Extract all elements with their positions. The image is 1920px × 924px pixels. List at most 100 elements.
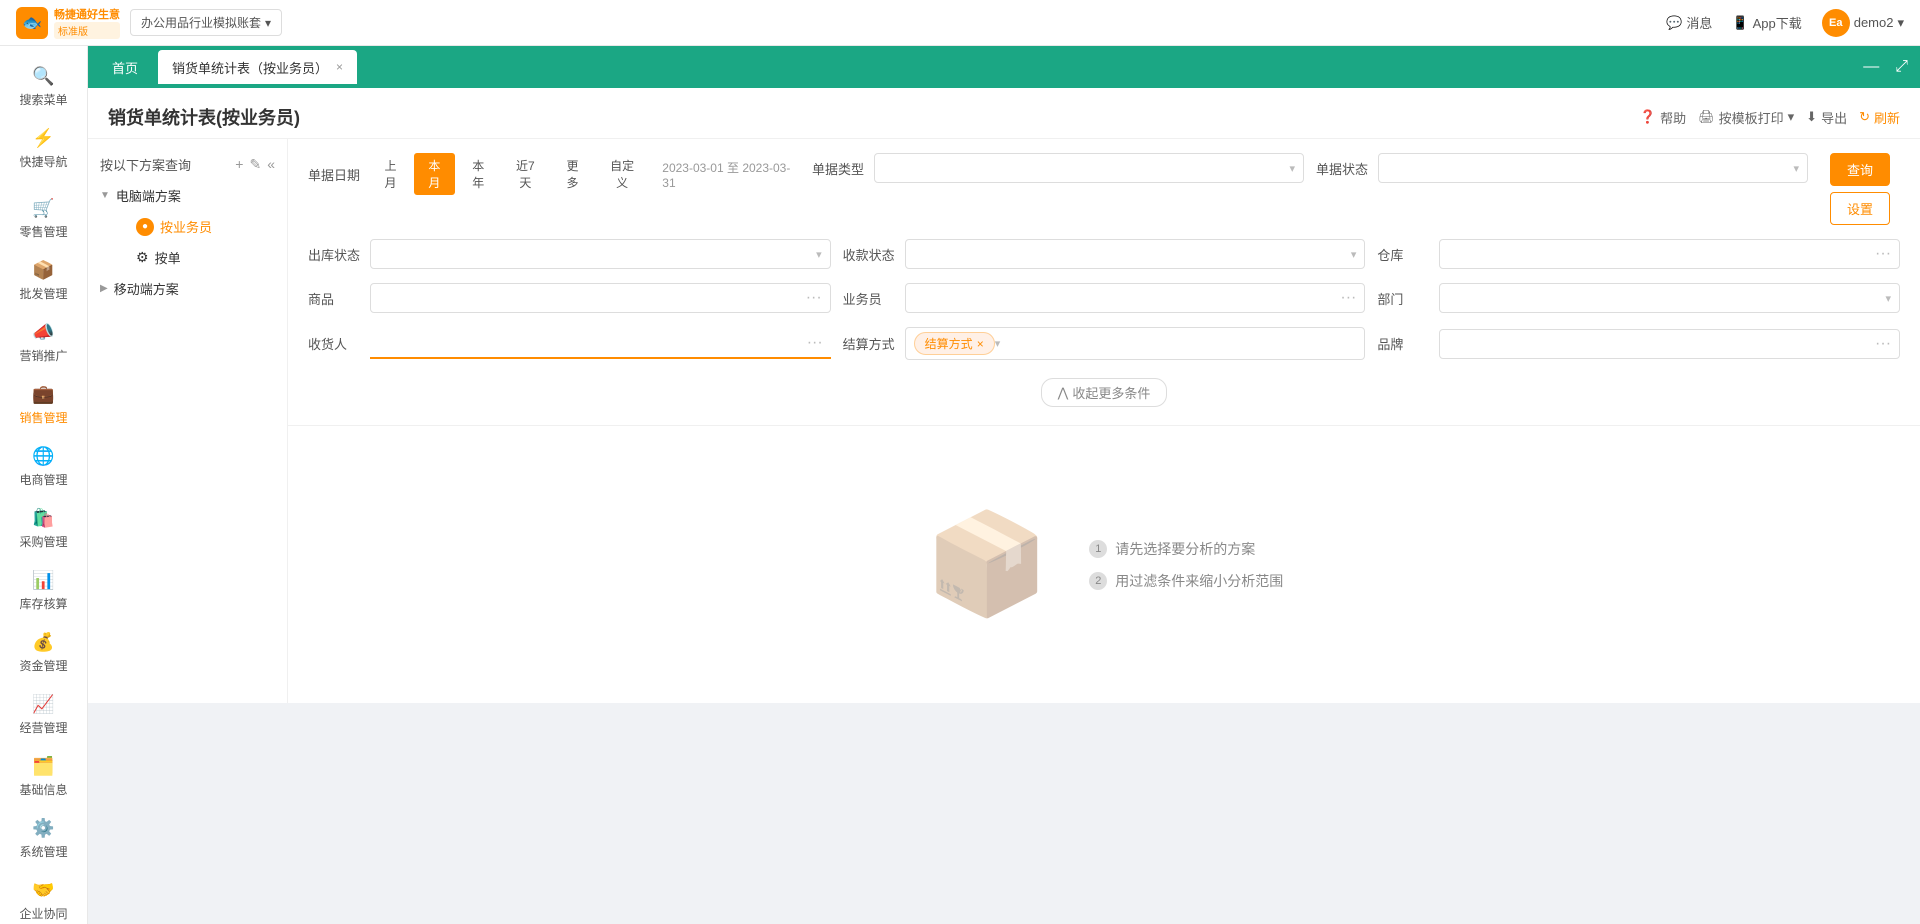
nav-icon: ⚡ xyxy=(32,128,54,149)
brand-control[interactable]: ··· xyxy=(1439,329,1900,359)
page-content: 销货单统计表(按业务员) ❓ 帮助 🖨 按模板打印 ▾ ⬇ xyxy=(88,88,1920,924)
empty-text: 1 请先选择要分析的方案 2 用过滤条件来缩小分析范围 xyxy=(1089,539,1283,591)
warehouse-filter: 仓库 ··· xyxy=(1377,239,1900,269)
print-btn[interactable]: 🖨 按模板打印 ▾ xyxy=(1698,108,1794,127)
tree-item-bystaff[interactable]: ● 按业务员 xyxy=(88,211,287,242)
collapse-btn[interactable]: ⋀ 收起更多条件 xyxy=(1041,378,1168,407)
out-status-control[interactable]: ▾ xyxy=(370,239,831,269)
print-icon: 🖨 xyxy=(1698,109,1715,125)
settle-tag-close[interactable]: × xyxy=(977,337,984,351)
tab-minimize-btn[interactable]: — xyxy=(1859,54,1883,80)
tree-item-pc[interactable]: ▼ 电脑端方案 xyxy=(88,180,287,211)
last7-btn[interactable]: 近7天 xyxy=(502,153,549,195)
system-icon: ⚙️ xyxy=(32,818,54,839)
tab-maximize-btn[interactable]: ⤢ xyxy=(1891,54,1912,80)
staff-dots[interactable]: ··· xyxy=(1340,289,1356,307)
collapse-panel-btn[interactable]: « xyxy=(267,156,275,173)
left-panel-actions: + ✎ « xyxy=(235,156,275,173)
ecom-icon: 🌐 xyxy=(32,446,54,467)
refresh-btn[interactable]: ↻ 刷新 xyxy=(1859,108,1900,127)
sidebar-item-wholesale[interactable]: 📦 批发管理 xyxy=(0,250,87,312)
sidebar-item-nav[interactable]: ⚡ 快捷导航 xyxy=(0,118,87,180)
help-btn[interactable]: ❓ 帮助 xyxy=(1640,108,1686,127)
content-area: 首页 销货单统计表（按业务员） × — ⤢ 销货单统计表(按业务员) ❓ xyxy=(88,46,1920,924)
sidebar-item-retail[interactable]: 🛒 零售管理 xyxy=(0,188,87,250)
receiver-control[interactable]: ··· xyxy=(370,329,831,359)
export-btn[interactable]: ⬇ 导出 xyxy=(1806,108,1847,127)
sidebar-item-sales[interactable]: 💼 销售管理 xyxy=(0,374,87,436)
app-download-btn[interactable]: 📱 App下载 xyxy=(1732,13,1801,32)
doc-status-control[interactable]: ▾ xyxy=(1378,153,1808,183)
user-chevron-icon: ▾ xyxy=(1897,15,1904,31)
staff-control[interactable]: ··· xyxy=(905,283,1366,313)
stock-icon: 📊 xyxy=(32,570,54,591)
tree-item-mobile[interactable]: ▶ 移动端方案 xyxy=(88,273,287,304)
dept-arrow-icon: ▾ xyxy=(1885,292,1891,305)
cur-month-btn[interactable]: 本月 xyxy=(414,153,455,195)
logo-icon: 🐟 xyxy=(16,7,48,39)
filter-section: 单据日期 上月 本月 本年 近7天 更多 自定义 xyxy=(288,139,1920,425)
sidebar-item-ops[interactable]: 📈 经营管理 xyxy=(0,684,87,746)
goods-filter: 商品 ··· xyxy=(308,283,831,313)
goods-control[interactable]: ··· xyxy=(370,283,831,313)
wholesale-icon: 📦 xyxy=(32,260,54,281)
empty-step1: 1 请先选择要分析的方案 xyxy=(1089,539,1283,559)
date-filter-area: 单据日期 上月 本月 本年 近7天 更多 自定义 xyxy=(308,153,800,195)
empty-state-section: 📦 1 请先选择要分析的方案 2 用过滤条件来缩小分析范 xyxy=(288,425,1920,703)
warehouse-control[interactable]: ··· xyxy=(1439,239,1900,269)
chevron-down-icon: ▾ xyxy=(265,16,271,30)
page-header-actions: ❓ 帮助 🖨 按模板打印 ▾ ⬇ 导出 ↻ xyxy=(1640,108,1900,127)
out-status-arrow-icon: ▾ xyxy=(816,248,822,261)
more-btn[interactable]: 更多 xyxy=(552,153,593,195)
tab-active[interactable]: 销货单统计表（按业务员） × xyxy=(158,50,357,84)
collapse-icon: ⋀ xyxy=(1058,385,1069,401)
avatar: Ea xyxy=(1822,9,1850,37)
tab-home[interactable]: 首页 xyxy=(96,50,154,85)
add-scheme-btn[interactable]: + xyxy=(235,156,243,173)
staff-badge: ● xyxy=(136,218,154,236)
doc-type-filter: 单据类型 ▾ xyxy=(812,153,1304,183)
sidebar-item-system[interactable]: ⚙️ 系统管理 xyxy=(0,808,87,870)
dept-filter: 部门 ▾ xyxy=(1377,283,1900,313)
sidebar-item-ecom[interactable]: 🌐 电商管理 xyxy=(0,436,87,498)
collapse-row: ⋀ 收起更多条件 xyxy=(308,374,1900,411)
doc-type-control[interactable]: ▾ xyxy=(874,153,1304,183)
empty-illustration: 📦 xyxy=(925,506,1050,623)
sidebar-item-finance[interactable]: 💰 资金管理 xyxy=(0,622,87,684)
sidebar-item-search[interactable]: 🔍 搜索菜单 xyxy=(0,56,87,118)
collect-status-control[interactable]: ▾ xyxy=(905,239,1366,269)
receiver-dots[interactable]: ··· xyxy=(807,334,823,352)
brand-dots[interactable]: ··· xyxy=(1875,335,1891,353)
workspace-selector[interactable]: 办公用品行业模拟账套 ▾ xyxy=(130,9,282,36)
custom-btn[interactable]: 自定义 xyxy=(596,153,648,195)
receiver-filter: 收货人 ··· xyxy=(308,329,831,359)
page-title: 销货单统计表(按业务员) xyxy=(108,104,300,130)
warehouse-dots[interactable]: ··· xyxy=(1875,245,1891,263)
marketing-icon: 📣 xyxy=(32,322,54,343)
tab-close-icon[interactable]: × xyxy=(336,60,343,74)
refresh-icon: ↻ xyxy=(1859,109,1870,125)
sidebar-item-purchase[interactable]: 🛍️ 采购管理 xyxy=(0,498,87,560)
edit-scheme-btn[interactable]: ✎ xyxy=(249,156,261,173)
message-btn[interactable]: 💬 消息 xyxy=(1666,13,1712,32)
settle-control[interactable]: 结算方式 × ▾ xyxy=(905,327,1366,360)
filter-buttons: 查询 设置 xyxy=(1820,153,1900,225)
sidebar-item-marketing[interactable]: 📣 营销推广 xyxy=(0,312,87,374)
settings-btn[interactable]: 设置 xyxy=(1830,192,1890,225)
sidebar-item-stock[interactable]: 📊 库存核算 xyxy=(0,560,87,622)
export-icon: ⬇ xyxy=(1806,109,1817,125)
query-btn[interactable]: 查询 xyxy=(1830,153,1890,186)
ops-icon: 📈 xyxy=(32,694,54,715)
sidebar-item-corp[interactable]: 🤝 企业协同 xyxy=(0,870,87,924)
page-inner: 销货单统计表(按业务员) ❓ 帮助 🖨 按模板打印 ▾ ⬇ xyxy=(88,88,1920,703)
user-menu[interactable]: Ea demo2 ▾ xyxy=(1822,9,1904,37)
page-header: 销货单统计表(按业务员) ❓ 帮助 🖨 按模板打印 ▾ ⬇ xyxy=(88,88,1920,139)
cur-year-btn[interactable]: 本年 xyxy=(458,153,499,195)
goods-dots[interactable]: ··· xyxy=(806,289,822,307)
last-month-btn[interactable]: 上月 xyxy=(370,153,411,195)
sidebar-item-base[interactable]: 🗂️ 基础信息 xyxy=(0,746,87,808)
tree-item-byorder[interactable]: ⚙ 按单 xyxy=(88,242,287,273)
dept-control[interactable]: ▾ xyxy=(1439,283,1900,313)
sidebar: 🔍 搜索菜单 ⚡ 快捷导航 🛒 零售管理 📦 批发管理 📣 营销推广 💼 销售管… xyxy=(0,46,88,924)
top-bar-left: 🐟 畅捷通好生意 标准版 办公用品行业模拟账套 ▾ xyxy=(16,6,282,39)
